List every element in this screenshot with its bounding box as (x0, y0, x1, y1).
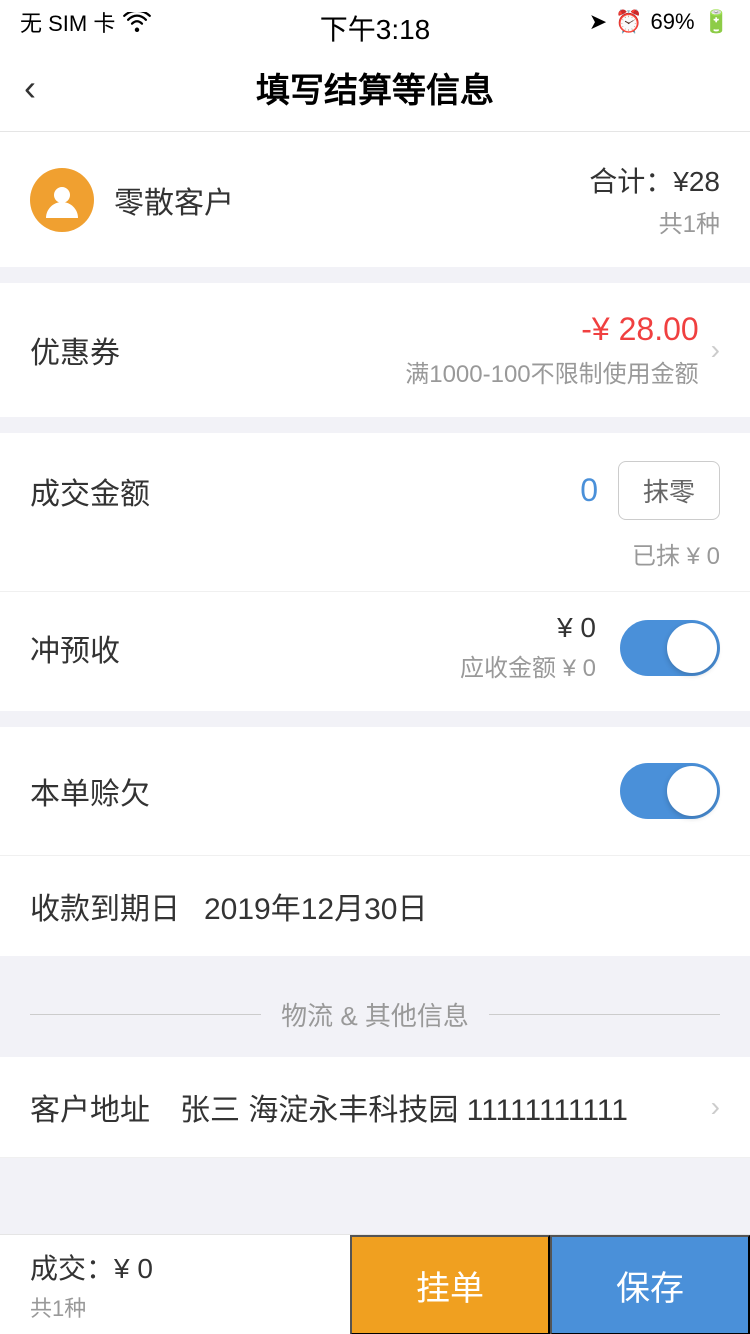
address-key: 客户地址 (30, 1085, 150, 1129)
coupon-info: -¥ 28.00 满1000-100不限制使用金额 (405, 311, 698, 389)
prepay-toggle[interactable] (620, 620, 720, 676)
toggle-knob (667, 623, 717, 673)
address-row[interactable]: 客户地址 张三 海淀永丰科技园 11111111111 › (0, 1057, 750, 1158)
bottom-count: 共1种 (30, 1291, 320, 1323)
debt-row: 本单赊欠 (0, 727, 750, 855)
prepay-label: 冲预收 (30, 626, 120, 670)
bottom-deal: 成交：¥ 0 (30, 1247, 320, 1287)
transaction-right: 0 抹零 (580, 461, 720, 520)
coupon-desc: 满1000-100不限制使用金额 (405, 354, 698, 389)
prepay-right: ¥ 0 应收金额 ¥ 0 (460, 612, 720, 683)
customer-left: 零散客户 (30, 168, 234, 232)
debt-section: 本单赊欠 收款到期日 2019年12月30日 (0, 727, 750, 956)
status-bar-right: ➤ ⏰ 69% 🔋 (589, 9, 730, 35)
transaction-row: 成交金额 0 抹零 (0, 433, 750, 536)
customer-total: 合计：¥28 (589, 160, 720, 200)
round-button[interactable]: 抹零 (618, 461, 720, 520)
page-title: 填写结算等信息 (256, 63, 494, 112)
status-bar-left: 无 SIM 卡 (20, 6, 151, 38)
back-button[interactable]: ‹ (24, 67, 36, 109)
nav-bar: ‹ 填写结算等信息 (0, 44, 750, 132)
divider-right (489, 1014, 720, 1015)
chevron-right-icon: › (711, 334, 720, 366)
deal-label: 成交： (30, 1253, 114, 1284)
coupon-right: -¥ 28.00 满1000-100不限制使用金额 › (405, 311, 720, 389)
customer-right: 合计：¥28 共1种 (589, 160, 720, 239)
prepay-sub: 应收金额 ¥ 0 (460, 648, 596, 683)
debt-toggle-knob (667, 766, 717, 816)
divider-left (30, 1014, 261, 1015)
bottom-bar: 成交：¥ 0 共1种 挂单 保存 (0, 1234, 750, 1334)
bottom-info: 成交：¥ 0 共1种 (0, 1235, 350, 1334)
coupon-label: 优惠券 (30, 328, 120, 372)
customer-count: 共1种 (589, 204, 720, 239)
chevron-right-icon: › (711, 1091, 720, 1123)
address-section[interactable]: 客户地址 张三 海淀永丰科技园 11111111111 › (0, 1057, 750, 1158)
sim-status: 无 SIM 卡 (20, 6, 115, 38)
transaction-value: 0 (580, 472, 598, 509)
prepay-values: ¥ 0 应收金额 ¥ 0 (460, 612, 596, 683)
status-bar: 无 SIM 卡 下午3:18 ➤ ⏰ 69% 🔋 (0, 0, 750, 44)
due-date-label: 收款到期日 (30, 884, 180, 928)
customer-section: 零散客户 合计：¥28 共1种 (0, 132, 750, 267)
prepay-amount: ¥ 0 (460, 612, 596, 644)
logistics-label: 物流 & 其他信息 (261, 996, 489, 1033)
wifi-icon (123, 12, 151, 32)
user-icon (42, 180, 82, 220)
deal-amount: ¥ 0 (114, 1253, 153, 1284)
debt-toggle[interactable] (620, 763, 720, 819)
transaction-sub: 已抹 ¥ 0 (0, 536, 750, 591)
address-value: 张三 海淀永丰科技园 11111111111 (180, 1085, 699, 1129)
coupon-section[interactable]: 优惠券 -¥ 28.00 满1000-100不限制使用金额 › (0, 283, 750, 417)
hold-button[interactable]: 挂单 (350, 1235, 550, 1334)
location-icon: ➤ (589, 9, 607, 35)
status-bar-time: 下午3:18 (320, 8, 431, 48)
transaction-section: 成交金额 0 抹零 已抹 ¥ 0 冲预收 ¥ 0 应收金额 ¥ 0 (0, 433, 750, 711)
battery-percent: 69% (651, 9, 695, 35)
date-row: 收款到期日 2019年12月30日 (0, 855, 750, 956)
coupon-row[interactable]: 优惠券 -¥ 28.00 满1000-100不限制使用金额 › (0, 283, 750, 417)
customer-name: 零散客户 (114, 178, 234, 222)
avatar (30, 168, 94, 232)
due-date-value: 2019年12月30日 (204, 884, 427, 928)
debt-label: 本单赊欠 (30, 769, 150, 813)
logistics-header: 物流 & 其他信息 (0, 972, 750, 1057)
battery-icon: 🔋 (703, 9, 730, 35)
save-button[interactable]: 保存 (550, 1235, 750, 1334)
customer-row: 零散客户 合计：¥28 共1种 (0, 132, 750, 267)
transaction-label: 成交金额 (30, 469, 150, 513)
alarm-icon: ⏰ (615, 9, 642, 35)
coupon-amount: -¥ 28.00 (405, 311, 698, 348)
prepay-row: 冲预收 ¥ 0 应收金额 ¥ 0 (0, 591, 750, 711)
